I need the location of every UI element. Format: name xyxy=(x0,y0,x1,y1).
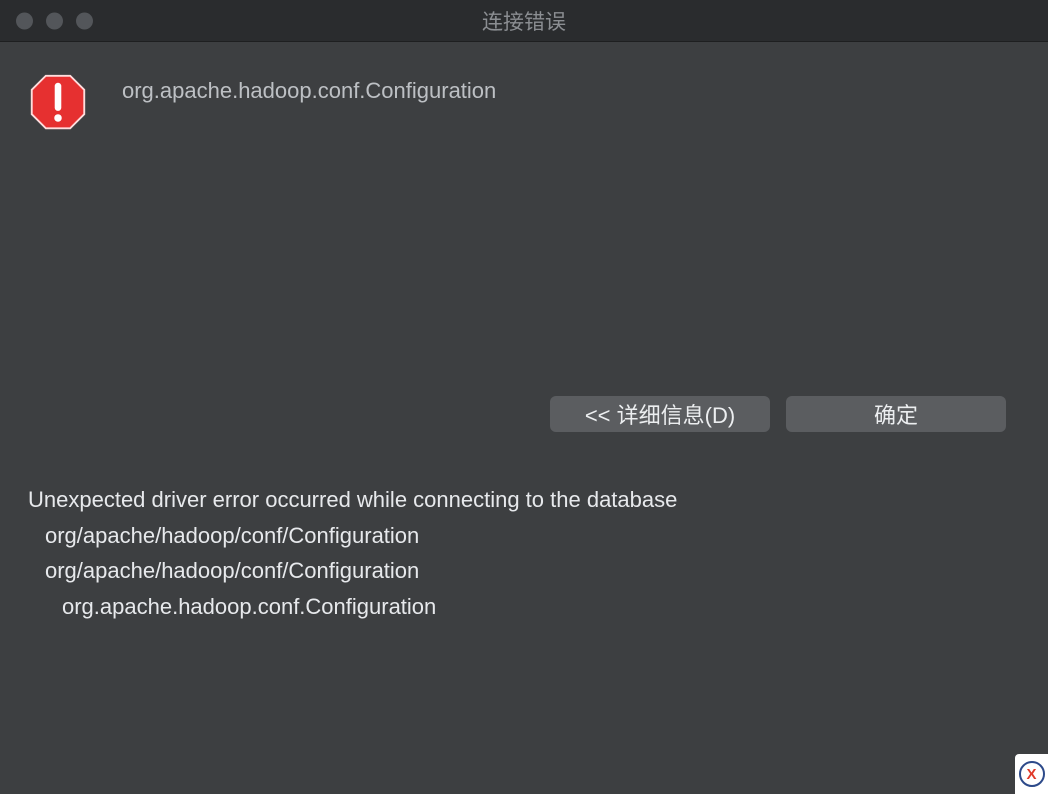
zoom-window-button[interactable] xyxy=(76,12,93,29)
error-message-text: org.apache.hadoop.conf.Configuration xyxy=(122,70,496,104)
minimize-window-button[interactable] xyxy=(46,12,63,29)
details-line: Unexpected driver error occurred while c… xyxy=(28,482,1020,518)
details-line: org/apache/hadoop/conf/Configuration xyxy=(28,518,1020,554)
button-row: << 详细信息(D) 确定 xyxy=(28,396,1006,432)
details-button[interactable]: << 详细信息(D) xyxy=(550,396,770,432)
details-line: org/apache/hadoop/conf/Configuration xyxy=(28,553,1020,589)
window-title: 连接错误 xyxy=(482,6,566,36)
message-row: org.apache.hadoop.conf.Configuration xyxy=(28,70,1020,132)
watermark-logo: X xyxy=(1015,754,1048,794)
titlebar: 连接错误 xyxy=(0,0,1048,42)
dialog-content: org.apache.hadoop.conf.Configuration << … xyxy=(0,42,1048,625)
ok-button[interactable]: 确定 xyxy=(786,396,1006,432)
close-window-button[interactable] xyxy=(16,12,33,29)
details-section: Unexpected driver error occurred while c… xyxy=(28,482,1020,625)
details-line: org.apache.hadoop.conf.Configuration xyxy=(28,589,1020,625)
window-controls xyxy=(16,12,93,29)
error-stop-icon xyxy=(28,72,88,132)
